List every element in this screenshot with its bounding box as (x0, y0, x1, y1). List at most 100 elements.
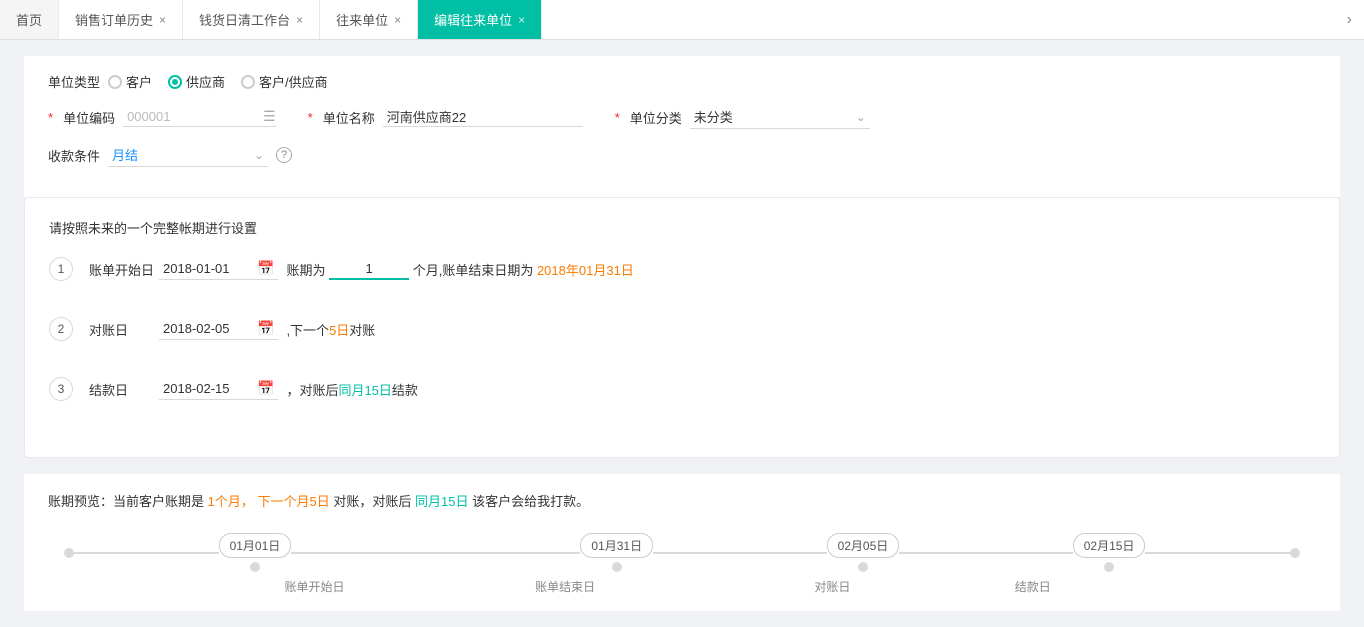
card-title: 请按照未来的一个完整帐期进行设置 (49, 218, 1315, 237)
tl-dot-4 (1104, 562, 1114, 572)
tab-home[interactable]: 首页 (0, 0, 59, 39)
payment-terms-select[interactable]: 月结 ⌄ (108, 143, 268, 167)
tab-partners[interactable]: 往来单位 × (320, 0, 418, 39)
unit-type-row: 单位类型 客户 供应商 客户/供应商 (48, 72, 1316, 91)
tl-start-dot (64, 548, 74, 558)
timeline-container: 01月01日 01月31日 02月05日 02月15日 (48, 533, 1316, 595)
unit-type-field: 单位类型 客户 供应商 客户/供应商 (48, 72, 328, 91)
start-date-cal-icon[interactable]: 📅 (257, 260, 274, 277)
unit-category-select[interactable]: 未分类 ⌄ (690, 105, 870, 129)
unit-code-field: * 单位编码 ☰ (48, 107, 276, 127)
tl-dot-1 (250, 562, 260, 572)
tl-dot-2 (612, 562, 622, 572)
preview-section: 账期预览：当前客户账期是 1个月， 下一个月5日 对账，对账后 同月15日 该客… (24, 474, 1340, 611)
tl-label-2: 账单结束日 (398, 578, 732, 595)
payment-prefix: ，对账后 (286, 380, 338, 399)
payment-terms-help-icon[interactable]: ? (276, 147, 292, 163)
tl-badge-4: 02月15日 (1073, 533, 1146, 558)
preview-label: 账期预览：当前客户账期是 (48, 494, 204, 509)
copy-icon[interactable]: ☰ (263, 108, 276, 125)
radio-supplier[interactable]: 供应商 (168, 72, 225, 91)
unit-name-input[interactable] (383, 107, 583, 127)
tl-badge-2: 01月31日 (580, 533, 653, 558)
tl-seg-5 (1145, 552, 1290, 554)
reconcile-date-input[interactable] (163, 321, 253, 336)
tl-badge-1: 01月01日 (219, 533, 292, 558)
tab-edit-partner-close[interactable]: × (518, 14, 525, 26)
start-date-input[interactable] (163, 261, 253, 276)
reconcile-date-input-wrap: 📅 (159, 318, 278, 340)
preview-part3: 对账，对账后 (333, 494, 411, 509)
tab-edit-partner[interactable]: 编辑往来单位 × (418, 0, 542, 39)
tab-bar: 首页 销售订单历史 × 钱货日清工作台 × 往来单位 × 编辑往来单位 × › (0, 0, 1364, 40)
preview-part5: 该客户会给我打款。 (472, 494, 589, 509)
tl-node-1: 01月01日 (219, 533, 292, 572)
tab-sales-history-close[interactable]: × (159, 14, 166, 26)
payment-date-input[interactable] (163, 381, 253, 396)
unit-category-field: * 单位分类 未分类 ⌄ (615, 105, 870, 129)
tl-node-4: 02月15日 (1073, 533, 1146, 572)
payment-terms-field: 收款条件 月结 ⌄ ? (48, 143, 292, 167)
radio-customer-supplier-circle (241, 75, 255, 89)
unit-type-label: 单位类型 (48, 72, 100, 91)
tl-label-4: 结款日 (933, 578, 1133, 595)
preview-part4: 同月15日 (415, 494, 468, 509)
unit-name-star: * (308, 110, 313, 125)
timeline-badges-row: 01月01日 01月31日 02月05日 02月15日 (64, 533, 1300, 572)
radio-supplier-circle (168, 75, 182, 89)
row-label-1: 账单开始日 (89, 260, 159, 279)
reconcile-date-cal-icon[interactable]: 📅 (257, 320, 274, 337)
reconcile-suffix: 对账 (349, 320, 375, 339)
payment-suffix: 结款 (392, 380, 418, 399)
radio-customer[interactable]: 客户 (108, 72, 152, 91)
tab-partners-label: 往来单位 (336, 10, 388, 29)
row-num-1: 1 (49, 257, 73, 281)
radio-customer-supplier-label: 客户/供应商 (259, 72, 328, 91)
unit-code-input[interactable] (123, 107, 263, 126)
start-date-input-wrap: 📅 (159, 258, 278, 280)
unit-category-arrow-icon: ⌄ (856, 110, 866, 124)
unit-category-label: 单位分类 (630, 108, 682, 127)
tab-edit-partner-label: 编辑往来单位 (434, 10, 512, 29)
main-content: 单位类型 客户 供应商 客户/供应商 (0, 40, 1364, 627)
tl-node-2: 01月31日 (580, 533, 653, 572)
period-suffix: 个月,账单结束日期为 (413, 260, 534, 279)
payment-date-cal-icon[interactable]: 📅 (257, 380, 274, 397)
tl-node-3: 02月05日 (827, 533, 900, 572)
payment-terms-arrow-icon: ⌄ (254, 148, 264, 162)
period-input[interactable] (329, 259, 409, 280)
tab-expand-icon[interactable]: › (1335, 11, 1364, 29)
tab-partners-close[interactable]: × (394, 14, 401, 26)
row-label-2: 对账日 (89, 320, 159, 339)
tab-cashflow[interactable]: 钱货日清工作台 × (183, 0, 320, 39)
radio-customer-supplier[interactable]: 客户/供应商 (241, 72, 328, 91)
settings-row-2: 2 对账日 📅 ,下一个 5日 对账 (49, 317, 1315, 349)
preview-part2: 下一个月5日 (258, 494, 330, 509)
unit-code-label: 单位编码 (63, 108, 115, 127)
form-section: 单位类型 客户 供应商 客户/供应商 (24, 56, 1340, 197)
unit-info-row: * 单位编码 ☰ * 单位名称 * 单位分类 未分类 ⌄ (48, 105, 1316, 129)
timeline-labels-row: 账单开始日 账单结束日 对账日 结款日 (64, 578, 1300, 595)
payment-terms-label: 收款条件 (48, 146, 100, 165)
tab-home-label: 首页 (16, 10, 42, 29)
unit-name-label: 单位名称 (323, 108, 375, 127)
unit-name-field: * 单位名称 (308, 107, 583, 127)
payment-terms-row: 收款条件 月结 ⌄ ? (48, 143, 1316, 167)
tab-cashflow-close[interactable]: × (296, 14, 303, 26)
radio-customer-circle (108, 75, 122, 89)
settings-row-3: 3 结款日 📅 ，对账后 同月15日 结款 (49, 377, 1315, 409)
tl-label-1: 账单开始日 (231, 578, 398, 595)
card-section: 请按照未来的一个完整帐期进行设置 1 账单开始日 📅 账期为 个月,账单结束日期… (24, 197, 1340, 458)
period-end-date: 2018年01月31日 (537, 260, 634, 279)
unit-category-star: * (615, 110, 620, 125)
tab-cashflow-label: 钱货日清工作台 (199, 10, 290, 29)
unit-code-star: * (48, 110, 53, 125)
preview-text: 账期预览：当前客户账期是 1个月， 下一个月5日 对账，对账后 同月15日 该客… (48, 490, 1316, 513)
tab-sales-history[interactable]: 销售订单历史 × (59, 0, 183, 39)
tl-seg-1 (74, 552, 219, 554)
reconcile-prefix: ,下一个 (286, 320, 329, 339)
tl-label-3: 对账日 (732, 578, 932, 595)
tl-end-dot (1290, 548, 1300, 558)
payment-date-input-wrap: 📅 (159, 378, 278, 400)
reconcile-highlight: 5日 (329, 320, 349, 339)
